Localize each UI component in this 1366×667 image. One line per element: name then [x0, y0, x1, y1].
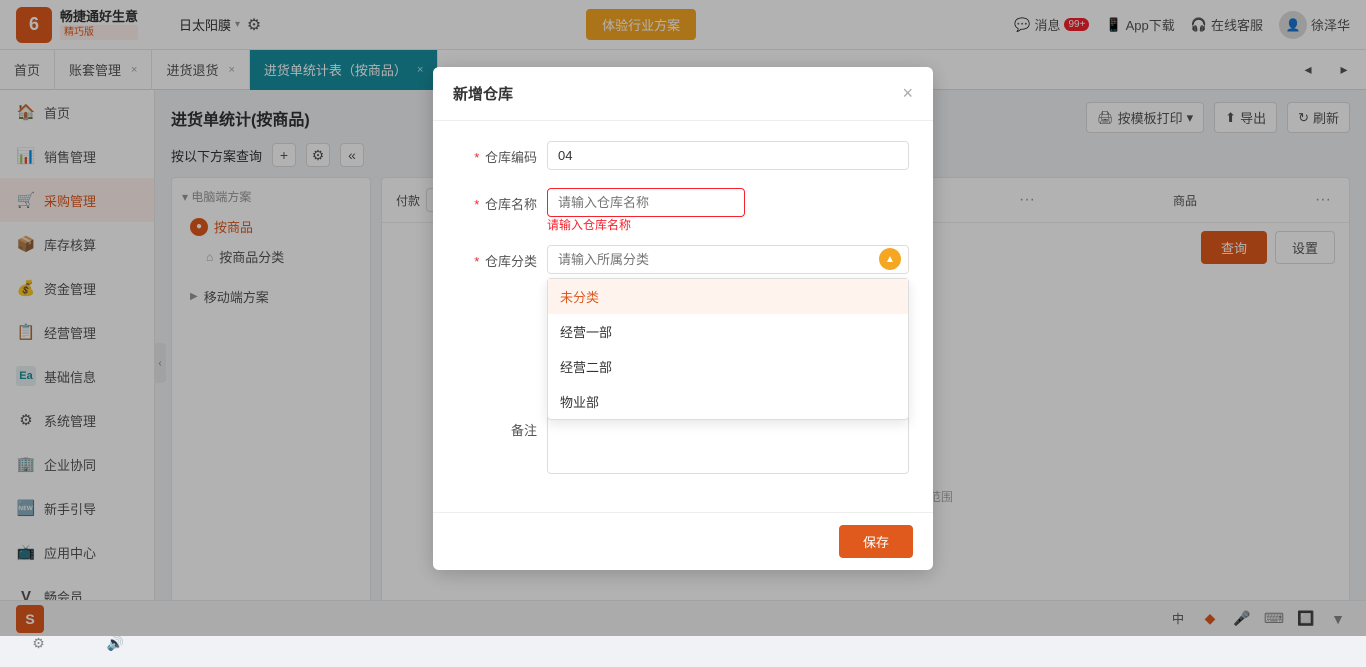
dropdown-option-op3[interactable]: 物业部 [548, 384, 908, 419]
modal-body: * 仓库编码 * 仓库名称 请输入仓库名称 * [433, 121, 933, 512]
category-input[interactable] [547, 245, 909, 274]
modal-header: 新增仓库 × [433, 67, 933, 121]
modal-title: 新增仓库 [453, 83, 513, 104]
remark-textarea[interactable] [547, 414, 909, 474]
category-label: * 仓库分类 [457, 245, 547, 270]
required-star-name: * [474, 197, 479, 212]
required-star-code: * [474, 150, 479, 165]
dropdown-option-op2[interactable]: 经营二部 [548, 349, 908, 384]
modal-close-btn[interactable]: × [902, 84, 913, 102]
modal-overlay: 新增仓库 × * 仓库编码 * 仓库名称 请输入仓库名称 [0, 0, 1366, 636]
dropdown-option-uncat[interactable]: 未分类 [548, 279, 908, 314]
name-label: * 仓库名称 [457, 188, 547, 213]
form-row-code: * 仓库编码 [457, 141, 909, 170]
save-button[interactable]: 保存 [839, 525, 913, 558]
category-dropdown: ▲ 未分类 经营一部 经营二部 物业部 [547, 245, 909, 274]
new-warehouse-modal: 新增仓库 × * 仓库编码 * 仓库名称 请输入仓库名称 [433, 67, 933, 570]
name-input[interactable] [547, 188, 745, 217]
form-row-remark: 备注 [457, 414, 909, 474]
modal-footer: 保存 [433, 512, 933, 570]
dropdown-toggle-btn[interactable]: ▲ [879, 248, 901, 270]
dropdown-option-op1[interactable]: 经营一部 [548, 314, 908, 349]
dropdown-list: 未分类 经营一部 经营二部 物业部 [547, 278, 909, 420]
remark-label: 备注 [457, 414, 547, 439]
form-row-name: * 仓库名称 请输入仓库名称 [457, 188, 909, 217]
code-input[interactable] [547, 141, 909, 170]
form-row-category: * 仓库分类 ▲ 未分类 经营一部 经营二部 物业部 [457, 245, 909, 274]
required-star-cat: * [474, 254, 479, 269]
code-label: * 仓库编码 [457, 141, 547, 166]
name-error-msg: 请输入仓库名称 [547, 216, 631, 233]
